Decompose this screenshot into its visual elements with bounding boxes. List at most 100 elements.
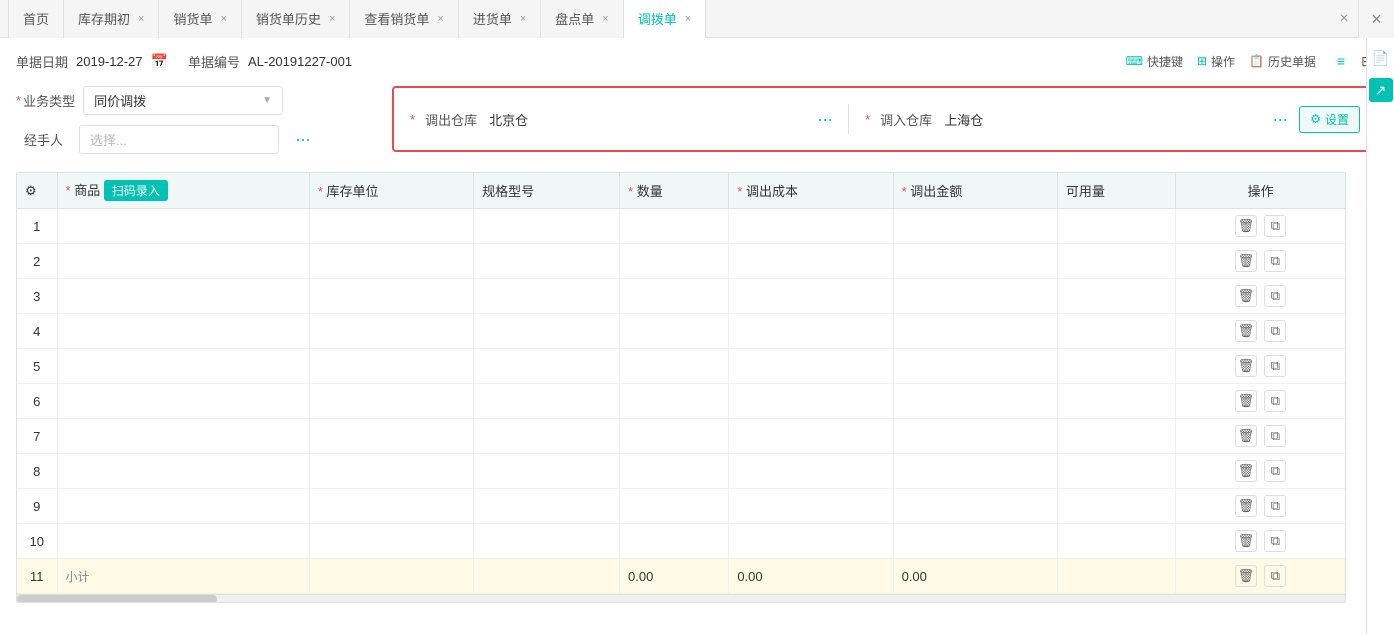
settings-button[interactable]: ⚙ 设置 bbox=[1299, 106, 1360, 133]
unit-cell-8[interactable] bbox=[309, 454, 473, 489]
cost-cell-6[interactable] bbox=[729, 384, 893, 419]
unit-cell-2[interactable] bbox=[309, 244, 473, 279]
tab-close-sales-history[interactable]: × bbox=[329, 13, 335, 25]
delete-icon[interactable]: 🗑 bbox=[1235, 460, 1257, 482]
unit-cell-9[interactable] bbox=[309, 489, 473, 524]
cost-cell-7[interactable] bbox=[729, 419, 893, 454]
cost-cell-4[interactable] bbox=[729, 314, 893, 349]
window-close-button[interactable]: × bbox=[1358, 0, 1394, 38]
cost-cell-3[interactable] bbox=[729, 279, 893, 314]
business-type-select[interactable]: 同价调拨 ▼ bbox=[83, 86, 283, 115]
scrollbar-track[interactable] bbox=[17, 594, 1345, 602]
sidebar-expand-icon[interactable]: ↗ bbox=[1369, 78, 1393, 102]
cost-cell-10[interactable] bbox=[729, 524, 893, 559]
delete-icon[interactable]: 🗑 bbox=[1235, 320, 1257, 342]
shortcut-link[interactable]: ⌨ 快捷键 bbox=[1126, 53, 1183, 70]
copy-icon[interactable]: ⧉ bbox=[1264, 355, 1286, 377]
tab-inventory-init[interactable]: 库存期初 × bbox=[64, 0, 159, 38]
th-gear[interactable]: ⚙ bbox=[17, 173, 57, 209]
spec-cell-1[interactable] bbox=[474, 209, 620, 244]
unit-cell-1[interactable] bbox=[309, 209, 473, 244]
spec-cell-2[interactable] bbox=[474, 244, 620, 279]
transfer-in-more-icon[interactable]: ··· bbox=[1272, 109, 1287, 130]
product-cell-3[interactable] bbox=[57, 279, 309, 314]
spec-cell-7[interactable] bbox=[474, 419, 620, 454]
copy-icon[interactable]: ⧉ bbox=[1264, 460, 1286, 482]
amount-cell-2[interactable] bbox=[893, 244, 1057, 279]
spec-cell-6[interactable] bbox=[474, 384, 620, 419]
spec-cell-3[interactable] bbox=[474, 279, 620, 314]
available-cell-4[interactable] bbox=[1057, 314, 1175, 349]
tab-purchase[interactable]: 进货单 × bbox=[459, 0, 541, 38]
product-cell-1[interactable] bbox=[57, 209, 309, 244]
tab-close-transfer[interactable]: × bbox=[685, 13, 691, 25]
qty-cell-6[interactable] bbox=[620, 384, 729, 419]
cost-cell-8[interactable] bbox=[729, 454, 893, 489]
spec-cell-8[interactable] bbox=[474, 454, 620, 489]
unit-cell-6[interactable] bbox=[309, 384, 473, 419]
layout-list-btn[interactable]: ≡ bbox=[1330, 50, 1352, 72]
cost-cell-5[interactable] bbox=[729, 349, 893, 384]
delete-icon[interactable]: 🗑 bbox=[1235, 285, 1257, 307]
handler-select[interactable]: 选择... bbox=[79, 125, 279, 154]
spec-cell-4[interactable] bbox=[474, 314, 620, 349]
unit-cell-5[interactable] bbox=[309, 349, 473, 384]
product-cell-6[interactable] bbox=[57, 384, 309, 419]
product-cell-4[interactable] bbox=[57, 314, 309, 349]
available-cell-3[interactable] bbox=[1057, 279, 1175, 314]
qty-cell-5[interactable] bbox=[620, 349, 729, 384]
tab-close-purchase[interactable]: × bbox=[520, 13, 526, 25]
handler-more-icon[interactable]: ··· bbox=[295, 129, 310, 150]
close-all-button[interactable]: × bbox=[1330, 5, 1358, 33]
qty-cell-3[interactable] bbox=[620, 279, 729, 314]
copy-icon[interactable]: ⧉ bbox=[1264, 320, 1286, 342]
history-link[interactable]: 📋 历史单据 bbox=[1249, 53, 1316, 70]
available-cell-7[interactable] bbox=[1057, 419, 1175, 454]
qty-cell-8[interactable] bbox=[620, 454, 729, 489]
product-cell-2[interactable] bbox=[57, 244, 309, 279]
qty-cell-1[interactable] bbox=[620, 209, 729, 244]
unit-cell-7[interactable] bbox=[309, 419, 473, 454]
scan-button[interactable]: 扫码录入 bbox=[104, 180, 168, 201]
tab-transfer[interactable]: 调拨单 × bbox=[624, 0, 706, 38]
copy-icon[interactable]: ⧉ bbox=[1264, 390, 1286, 412]
available-cell-1[interactable] bbox=[1057, 209, 1175, 244]
tab-close-stocktake[interactable]: × bbox=[602, 13, 608, 25]
calendar-icon[interactable]: 📅 bbox=[151, 53, 168, 70]
amount-cell-6[interactable] bbox=[893, 384, 1057, 419]
unit-cell-3[interactable] bbox=[309, 279, 473, 314]
qty-cell-7[interactable] bbox=[620, 419, 729, 454]
qty-cell-10[interactable] bbox=[620, 524, 729, 559]
amount-cell-9[interactable] bbox=[893, 489, 1057, 524]
amount-cell-3[interactable] bbox=[893, 279, 1057, 314]
cost-cell-9[interactable] bbox=[729, 489, 893, 524]
tab-stocktake[interactable]: 盘点单 × bbox=[541, 0, 623, 38]
product-cell-7[interactable] bbox=[57, 419, 309, 454]
available-cell-5[interactable] bbox=[1057, 349, 1175, 384]
copy-icon[interactable]: ⧉ bbox=[1264, 425, 1286, 447]
delete-icon[interactable]: 🗑 bbox=[1235, 390, 1257, 412]
tab-sales-order[interactable]: 销货单 × bbox=[159, 0, 241, 38]
copy-icon[interactable]: ⧉ bbox=[1264, 495, 1286, 517]
available-cell-9[interactable] bbox=[1057, 489, 1175, 524]
amount-cell-10[interactable] bbox=[893, 524, 1057, 559]
delete-icon[interactable]: 🗑 bbox=[1235, 530, 1257, 552]
qty-cell-9[interactable] bbox=[620, 489, 729, 524]
qty-cell-4[interactable] bbox=[620, 314, 729, 349]
tab-close-view-sales[interactable]: × bbox=[437, 13, 443, 25]
copy-icon[interactable]: ⧉ bbox=[1264, 215, 1286, 237]
delete-icon[interactable]: 🗑 bbox=[1235, 565, 1257, 587]
product-cell-8[interactable] bbox=[57, 454, 309, 489]
delete-icon[interactable]: 🗑 bbox=[1235, 250, 1257, 272]
qty-cell-2[interactable] bbox=[620, 244, 729, 279]
spec-cell-5[interactable] bbox=[474, 349, 620, 384]
copy-icon[interactable]: ⧉ bbox=[1264, 530, 1286, 552]
delete-icon[interactable]: 🗑 bbox=[1235, 215, 1257, 237]
tab-view-sales[interactable]: 查看销货单 × bbox=[350, 0, 458, 38]
available-cell-6[interactable] bbox=[1057, 384, 1175, 419]
delete-icon[interactable]: 🗑 bbox=[1235, 425, 1257, 447]
cost-cell-2[interactable] bbox=[729, 244, 893, 279]
amount-cell-8[interactable] bbox=[893, 454, 1057, 489]
available-cell-2[interactable] bbox=[1057, 244, 1175, 279]
product-cell-9[interactable] bbox=[57, 489, 309, 524]
